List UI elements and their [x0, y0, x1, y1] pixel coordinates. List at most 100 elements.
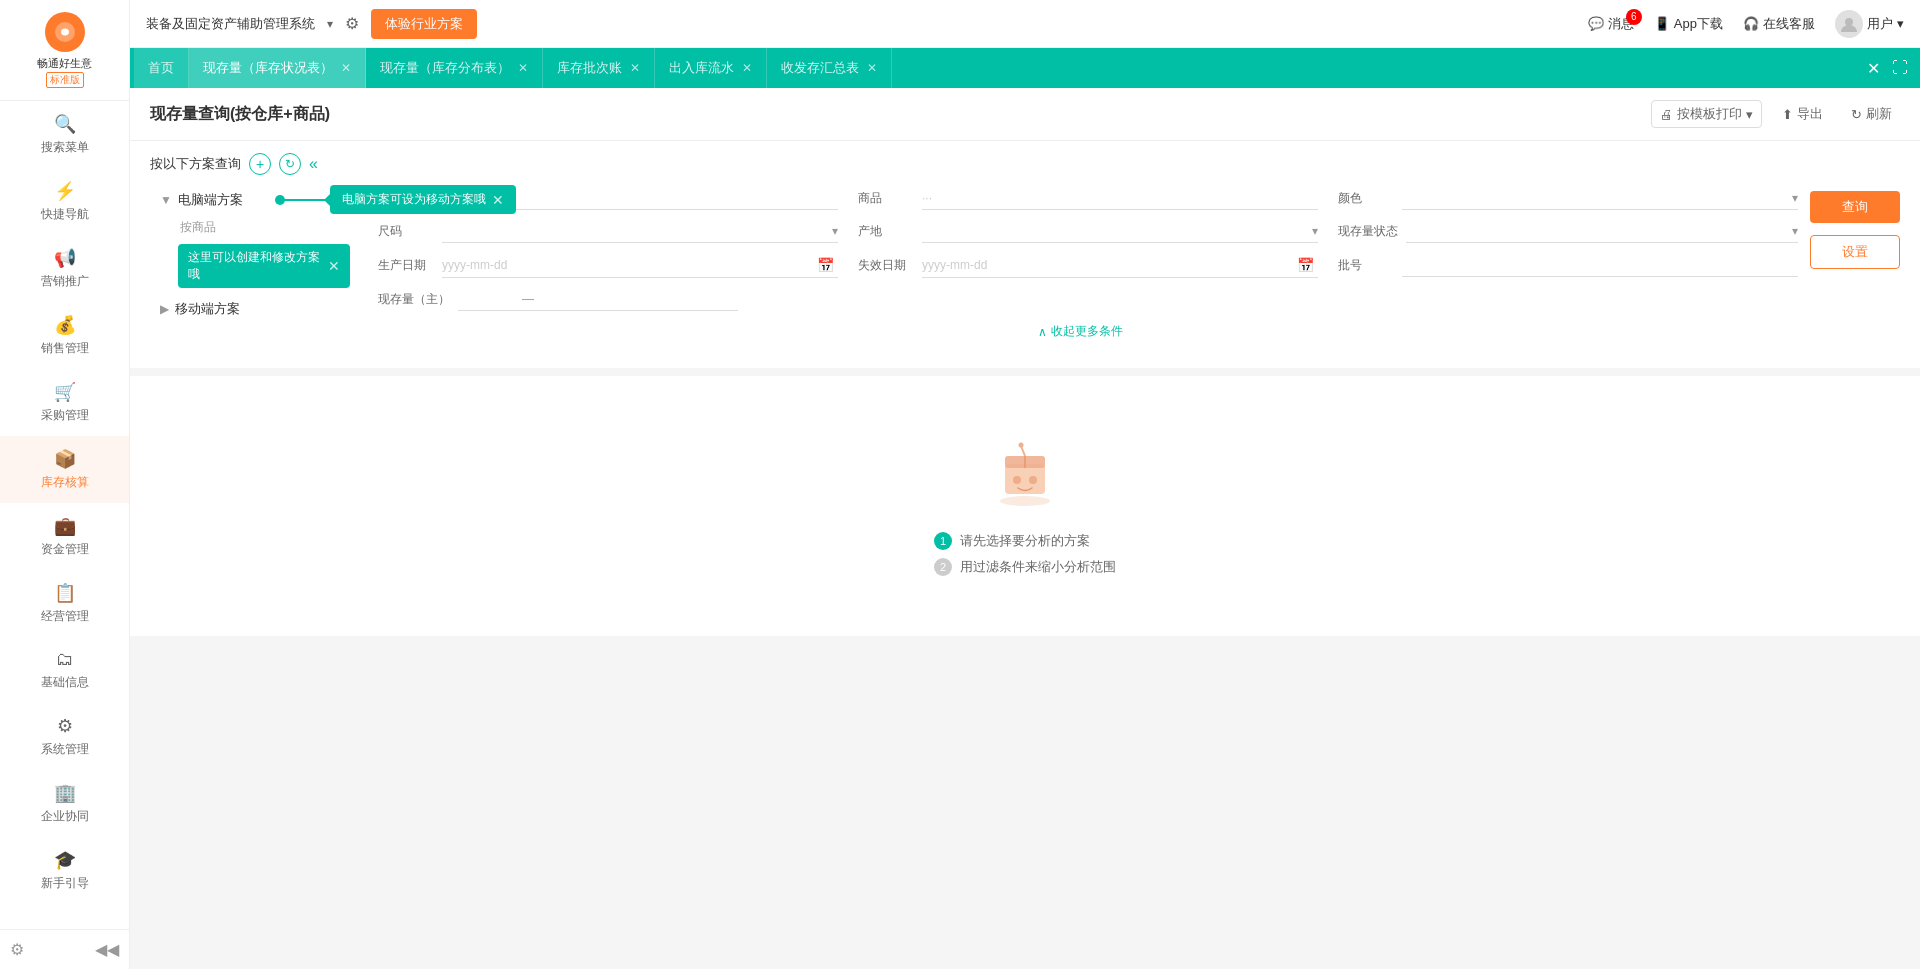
product-select[interactable]: ··· [922, 187, 1318, 210]
tab-close-batch-account[interactable]: ✕ [630, 61, 640, 75]
sidebar-item-label: 资金管理 [41, 541, 89, 558]
logo-area: 畅通好生意 标准版 [0, 0, 129, 101]
product-label: 商品 [858, 190, 914, 207]
print-dropdown-icon: ▾ [1746, 107, 1753, 122]
sidebar-item-system[interactable]: ⚙ 系统管理 [0, 703, 129, 770]
sidebar-item-guide[interactable]: 🎓 新手引导 [0, 837, 129, 904]
filter-right: 仓库 ··· 商品 ··· [362, 187, 1900, 344]
settings-bottom-btn[interactable]: ⚙ [10, 940, 24, 959]
app-download-btn[interactable]: 📱 App下载 [1654, 15, 1723, 33]
filter-add-btn[interactable]: + [249, 153, 271, 175]
batch-no-label: 批号 [1338, 257, 1394, 274]
sidebar-item-marketing[interactable]: 📢 营销推广 [0, 235, 129, 302]
sidebar-item-enterprise[interactable]: 🏢 企业协同 [0, 770, 129, 837]
logo-text: 畅通好生意 [37, 56, 92, 70]
service-icon: 🎧 [1743, 16, 1759, 31]
refresh-icon: ↻ [1851, 107, 1862, 122]
edit-tooltip-area: 这里可以创建和修改方案哦 ✕ [160, 244, 350, 288]
page-title-row: 现存量查询(按仓库+商品) 🖨 按模板打印 ▾ ⬆ 导出 ↻ 刷新 [150, 100, 1900, 128]
filter-back-btn[interactable]: « [309, 155, 318, 173]
enterprise-icon: 🏢 [54, 782, 76, 804]
system-dropdown[interactable]: ▾ [327, 17, 333, 31]
production-date-input[interactable]: yyyy-mm-dd 📅 [442, 253, 838, 278]
refresh-btn[interactable]: ↻ 刷新 [1843, 101, 1900, 127]
batch-no-input[interactable] [1402, 254, 1798, 277]
export-btn[interactable]: ⬆ 导出 [1774, 101, 1831, 127]
sidebar-item-label: 基础信息 [41, 674, 89, 691]
search-button[interactable]: 查询 [1810, 191, 1900, 223]
scheme-list: ▼ 电脑端方案 电脑方案可设为移动方案哦 ✕ [150, 187, 350, 322]
filter-label: 按以下方案查询 [150, 155, 241, 173]
filter-row-0: 仓库 ··· 商品 ··· [362, 187, 1798, 210]
filter-size: 尺码 [378, 220, 838, 243]
stock-main-from[interactable] [458, 292, 518, 306]
reset-button[interactable]: 设置 [1810, 235, 1900, 269]
tab-close-receive-summary[interactable]: ✕ [867, 61, 877, 75]
message-btn[interactable]: 💬 消息 6 [1588, 15, 1634, 33]
expiry-date-label: 失效日期 [858, 257, 914, 274]
tooltip-close-desktop[interactable]: ✕ [492, 192, 504, 208]
stock-main-label: 现存量（主） [378, 291, 450, 308]
guide-icon: 🎓 [54, 849, 76, 871]
scheme-mobile-label: 移动端方案 [175, 300, 240, 318]
sidebar-item-label: 营销推广 [41, 273, 89, 290]
header-left: 装备及固定资产辅助管理系统 ▾ ⚙ 体验行业方案 [146, 9, 477, 39]
color-label: 颜色 [1338, 190, 1394, 207]
size-select[interactable] [442, 220, 838, 243]
color-select[interactable] [1402, 187, 1798, 210]
user-area[interactable]: 用户 ▾ [1835, 10, 1904, 38]
stock-status-select[interactable] [1406, 220, 1798, 243]
sidebar-item-operations[interactable]: 📋 经营管理 [0, 570, 129, 637]
filter-main: ▼ 电脑端方案 电脑方案可设为移动方案哦 ✕ [150, 187, 1900, 356]
sidebar-item-label: 销售管理 [41, 340, 89, 357]
scheme-mobile[interactable]: ▶ 移动端方案 [160, 296, 350, 322]
sidebar-item-search[interactable]: 🔍 搜索菜单 [0, 101, 129, 168]
filter-refresh-btn[interactable]: ↻ [279, 153, 301, 175]
tab-close-inout-flow[interactable]: ✕ [742, 61, 752, 75]
stock-main-range[interactable]: — [458, 288, 738, 311]
filter-production-date: 生产日期 yyyy-mm-dd 📅 [378, 253, 838, 278]
stock-status-label: 现存量状态 [1338, 223, 1398, 240]
tab-close-inventory-dist[interactable]: ✕ [518, 61, 528, 75]
tooltip-close-edit[interactable]: ✕ [328, 258, 340, 274]
sidebar-item-purchase[interactable]: 🛒 采购管理 [0, 369, 129, 436]
empty-tip-1: 1 请先选择要分析的方案 [934, 532, 1116, 550]
scheme-sub-item-1[interactable]: 按商品 [180, 217, 350, 238]
filter-color: 颜色 [1338, 187, 1798, 210]
user-avatar [1835, 10, 1863, 38]
sidebar-item-inventory[interactable]: 📦 库存核算 [0, 436, 129, 503]
svg-point-7 [1029, 476, 1037, 484]
sidebar-item-label: 采购管理 [41, 407, 89, 424]
collapse-sidebar-btn[interactable]: ◀◀ [95, 940, 119, 959]
tab-inventory-status[interactable]: 现存量（库存状况表） ✕ [189, 48, 366, 88]
tab-close-inventory-status[interactable]: ✕ [341, 61, 351, 75]
experience-button[interactable]: 体验行业方案 [371, 9, 477, 39]
sidebar-item-shortcut[interactable]: ⚡ 快捷导航 [0, 168, 129, 235]
settings-icon[interactable]: ⚙ [345, 14, 359, 33]
sidebar-item-basics[interactable]: 🗂 基础信息 [0, 637, 129, 703]
origin-select[interactable] [922, 220, 1318, 243]
tab-inout-flow[interactable]: 出入库流水 ✕ [655, 48, 767, 88]
tab-close-all-btn[interactable]: ✕ [1863, 55, 1884, 82]
tab-inventory-dist[interactable]: 现存量（库存分布表） ✕ [366, 48, 543, 88]
collapse-icon: ∧ [1038, 325, 1047, 339]
expiry-date-input[interactable]: yyyy-mm-dd 📅 [922, 253, 1318, 278]
empty-icon [985, 436, 1065, 516]
sidebar-item-finance[interactable]: 💼 资金管理 [0, 503, 129, 570]
print-icon: 🖨 [1660, 107, 1673, 122]
online-service-btn[interactable]: 🎧 在线客服 [1743, 15, 1815, 33]
sidebar: 畅通好生意 标准版 🔍 搜索菜单 ⚡ 快捷导航 📢 营销推广 💰 销售管理 🛒 … [0, 0, 130, 969]
print-btn[interactable]: 🖨 按模板打印 ▾ [1651, 100, 1762, 128]
message-icon: 💬 [1588, 16, 1604, 31]
sidebar-item-sales[interactable]: 💰 销售管理 [0, 302, 129, 369]
filter-header: 按以下方案查询 + ↻ « [150, 153, 1900, 175]
sales-icon: 💰 [54, 314, 76, 336]
tab-home[interactable]: 首页 [134, 48, 189, 88]
tab-batch-account[interactable]: 库存批次账 ✕ [543, 48, 655, 88]
filter-section: 按以下方案查询 + ↻ « ▼ 电脑端方案 [130, 141, 1920, 368]
stock-main-to[interactable] [538, 292, 598, 306]
tab-bar-right: ✕ ⛶ [1863, 48, 1916, 88]
collapse-more-btn[interactable]: ∧ 收起更多条件 [362, 315, 1798, 344]
tab-maximize-btn[interactable]: ⛶ [1888, 55, 1912, 81]
tab-receive-summary[interactable]: 收发存汇总表 ✕ [767, 48, 892, 88]
